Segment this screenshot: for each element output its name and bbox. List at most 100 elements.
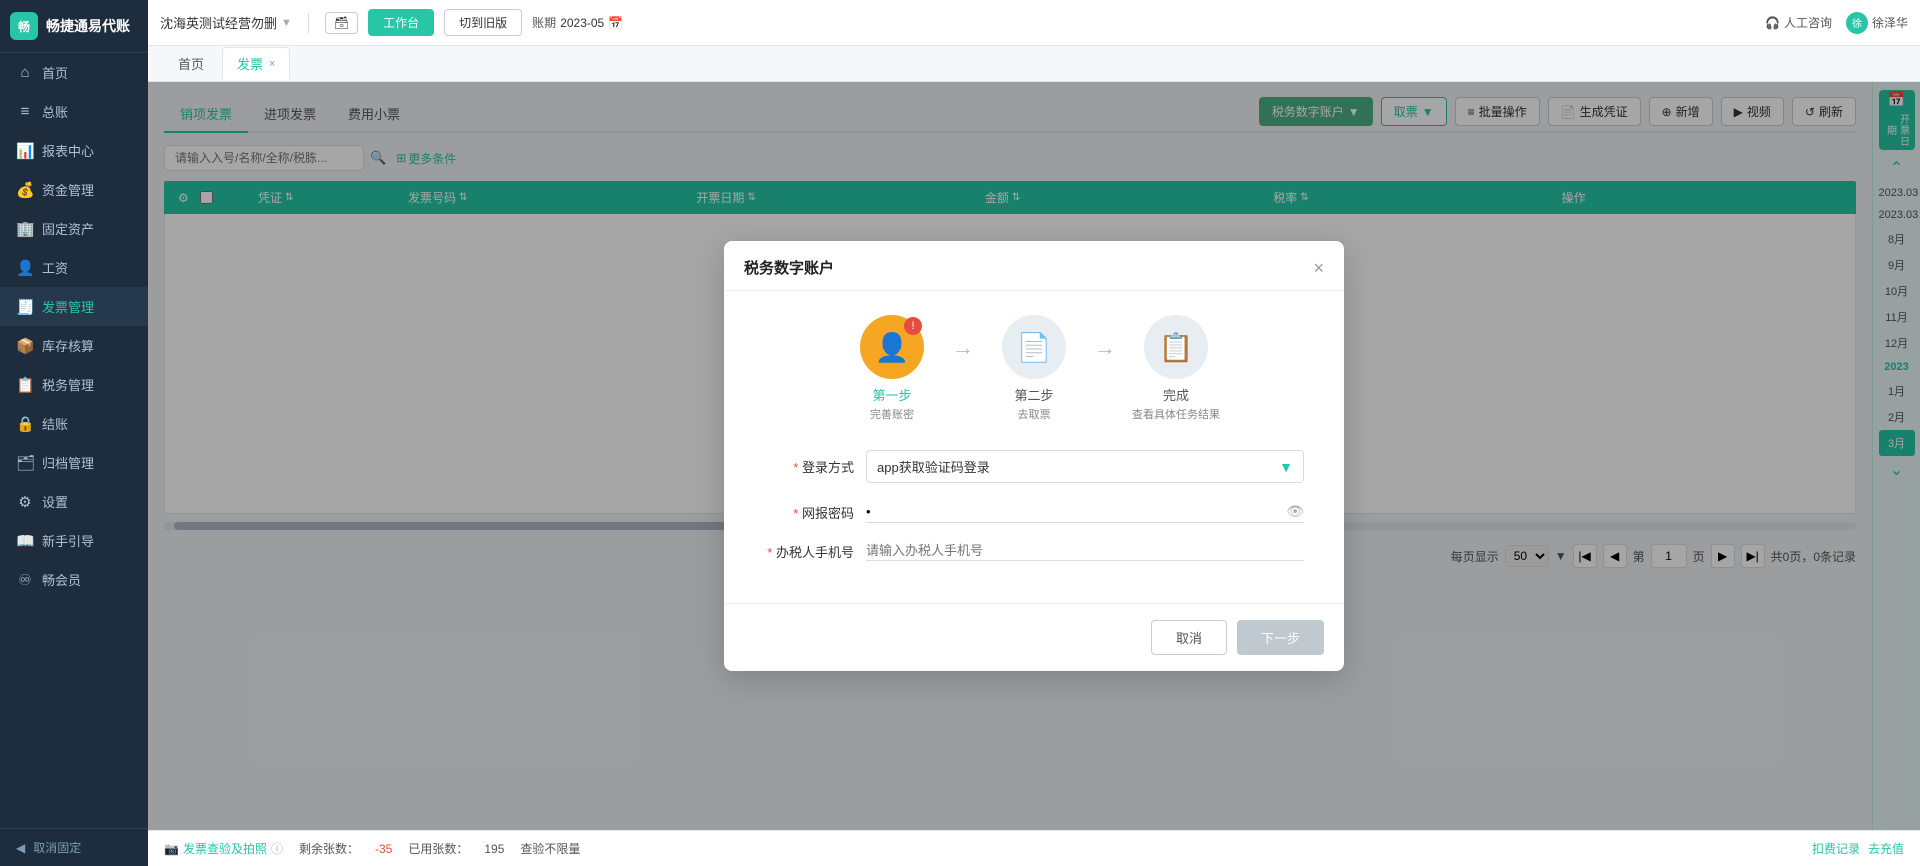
topbar-divider [308,13,309,33]
step3-desc: 查看具体任务结果 [1132,406,1220,422]
username: 徐泽华 [1872,14,1908,31]
used-value: 195 [484,842,504,856]
next-btn[interactable]: 下一步 [1237,620,1324,655]
fixed-assets-icon: 🏢 [16,220,34,238]
modal-overlay: 税务数字账户 × 👤 ! [148,82,1920,830]
sidebar-item-home-label: 首页 [42,63,68,82]
password-eye-icon[interactable]: 👁 [1286,503,1304,520]
deduct-records-link[interactable]: 扣费记录 [1812,840,1860,857]
period-prefix: 账期 [532,14,556,31]
tab-invoice-label: 发票 [237,54,263,73]
step3-clipboard-icon: 📋 [1159,331,1194,364]
modal-footer: 取消 下一步 [724,603,1344,671]
sidebar-item-home[interactable]: ⌂ 首页 [0,53,148,92]
user-menu[interactable]: 徐 徐泽华 [1846,12,1908,34]
sidebar-item-ledger[interactable]: ≡ 总账 [0,92,148,131]
sidebar-item-funds[interactable]: 💰 资金管理 [0,170,148,209]
step1-user-icon: 👤 [875,331,910,364]
sidebar-item-invoice[interactable]: 🧾 发票管理 [0,287,148,326]
tax-digital-modal: 税务数字账户 × 👤 ! [724,241,1344,671]
sidebar-item-member[interactable]: ♾ 畅会员 [0,560,148,599]
sidebar-item-funds-label: 资金管理 [42,180,94,199]
sidebar-item-settings[interactable]: ⚙ 设置 [0,482,148,521]
sidebar-item-closing[interactable]: 🔒 结账 [0,404,148,443]
phone-input[interactable] [866,543,1304,558]
calendar-icon[interactable]: 📅 [608,16,623,30]
inventory-icon: 📦 [16,337,34,355]
password-input[interactable] [866,504,1286,519]
modal-header: 税务数字账户 × [724,241,1344,291]
app-logo: 畅 畅捷通易代账 [0,0,148,53]
main-content: 沈海英测试经营勿删 ▼ 🗃 工作台 切到旧版 账期 2023-05 📅 🎧 人工… [148,0,1920,866]
login-method-label: * 登录方式 [764,457,854,476]
check-link[interactable]: 发票查验及拍照 [183,840,267,857]
archive-btn[interactable]: 🗃 [325,12,358,34]
sidebar-item-archive[interactable]: 🗂 归档管理 [0,443,148,482]
login-method-select[interactable]: app获取验证码登录 ▼ [866,450,1304,483]
used-label: 已用张数： [408,840,468,857]
reports-icon: 📊 [16,142,34,160]
pin-icon: ◀ [16,841,25,855]
sidebar-item-payroll-label: 工资 [42,258,68,277]
step3-icon-wrap: 📋 [1144,315,1208,379]
invoice-icon: 🧾 [16,298,34,316]
step1-label: 第一步 [872,385,911,404]
modal-body: 👤 ! 第一步 完善账密 → 📄 [724,291,1344,603]
workbench-btn[interactable]: 工作台 [368,9,434,36]
switch-version-btn[interactable]: 切到旧版 [444,9,522,36]
archive-icon: 🗂 [16,454,34,472]
sidebar-item-fixed-assets[interactable]: 🏢 固定资产 [0,209,148,248]
step-arrow-2: → [1094,335,1116,361]
step2-label: 第二步 [1014,385,1053,404]
phone-label: * 办税人手机号 [764,542,854,561]
step-1: 👤 ! 第一步 完善账密 [832,315,952,422]
sidebar-pin-toggle[interactable]: ◀ 取消固定 [0,828,148,866]
user-avatar: 徐 [1846,12,1868,34]
sidebar-item-inventory[interactable]: 📦 库存核算 [0,326,148,365]
info-icon[interactable]: ⓘ [271,840,283,857]
sidebar-item-reports[interactable]: 📊 报表中心 [0,131,148,170]
closing-icon: 🔒 [16,415,34,433]
cancel-btn[interactable]: 取消 [1151,620,1227,655]
sidebar-item-guide-label: 新手引导 [42,531,94,550]
modal-close-btn[interactable]: × [1313,259,1324,277]
sidebar-item-closing-label: 结账 [42,414,68,433]
sidebar-item-guide[interactable]: 📖 新手引导 [0,521,148,560]
logo-icon: 畅 [10,12,38,40]
support-link[interactable]: 🎧 人工咨询 [1765,14,1832,31]
tab-close-icon[interactable]: × [269,58,275,70]
password-row: * 网报密码 👁 [764,501,1304,523]
login-method-row: * 登录方式 app获取验证码登录 ▼ [764,450,1304,483]
recharge-link[interactable]: 去充值 [1868,840,1904,857]
sidebar-item-settings-label: 设置 [42,492,68,511]
company-name: 沈海英测试经营勿删 [160,13,277,32]
tab-home[interactable]: 首页 [164,48,218,79]
password-input-wrap: 👁 [866,501,1304,523]
app-name: 畅捷通易代账 [46,16,130,36]
steps: 👤 ! 第一步 完善账密 → 📄 [764,315,1304,422]
company-selector[interactable]: 沈海英测试经营勿删 ▼ [160,13,292,32]
step-3: 📋 完成 查看具体任务结果 [1116,315,1236,422]
tab-home-label: 首页 [178,54,204,73]
sidebar-item-tax[interactable]: 📋 税务管理 [0,365,148,404]
modal-title: 税务数字账户 [744,257,834,278]
check-icon: 📷 [164,842,179,856]
sidebar-item-ledger-label: 总账 [42,102,68,121]
sidebar-item-archive-label: 归档管理 [42,453,94,472]
phone-row: * 办税人手机号 [764,541,1304,561]
sidebar-item-fixed-assets-label: 固定资产 [42,219,94,238]
payroll-icon: 👤 [16,259,34,277]
tab-invoice[interactable]: 发票 × [222,47,290,80]
content-area: 销项发票 进项发票 费用小票 税务数字账户 ▼ 取票 ▼ ≡ 批量操作 [148,82,1920,830]
query-label: 查验不限量 [520,840,580,857]
sidebar-item-tax-label: 税务管理 [42,375,94,394]
sidebar-item-reports-label: 报表中心 [42,141,94,160]
step-arrow-1: → [952,335,974,361]
bottom-right: 扣费记录 去充值 [1812,840,1904,857]
step2-doc-icon: 📄 [1017,331,1052,364]
step2-icon-wrap: 📄 [1002,315,1066,379]
sidebar-item-payroll[interactable]: 👤 工资 [0,248,148,287]
home-icon: ⌂ [16,64,34,81]
login-method-value: app获取验证码登录 [877,457,990,476]
period-value: 2023-05 [560,16,604,30]
